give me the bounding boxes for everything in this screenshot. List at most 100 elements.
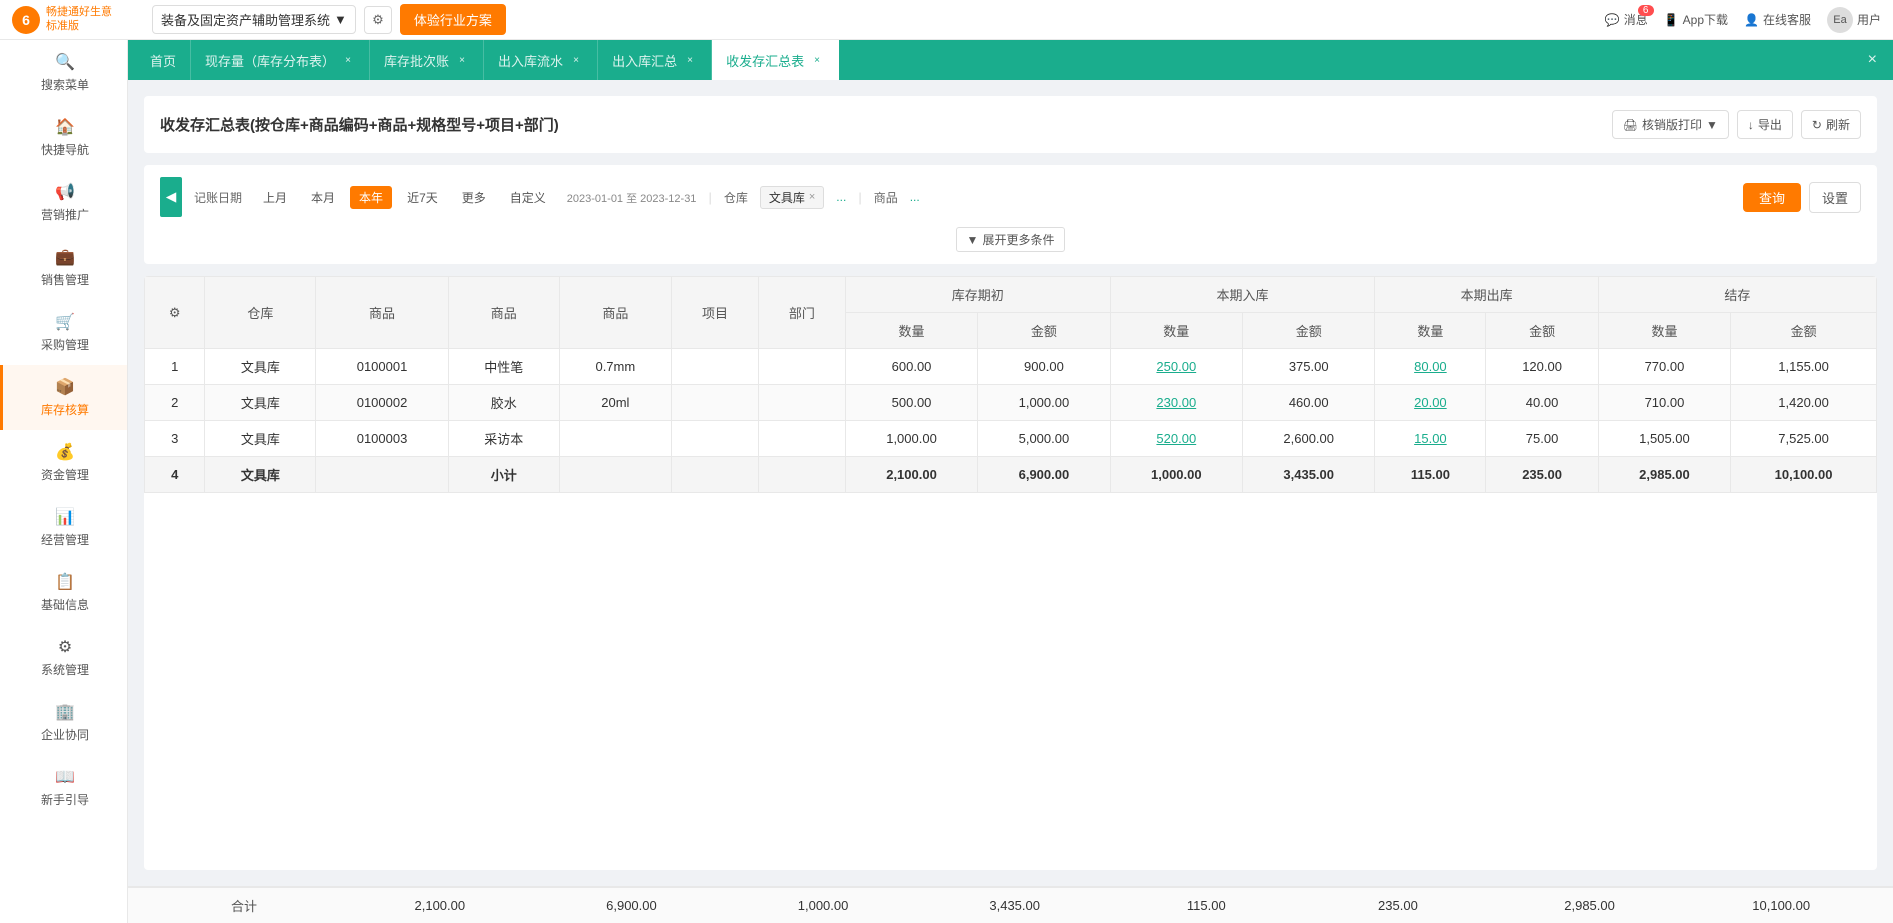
table-row-in-qty[interactable]: 250.00 (1110, 349, 1242, 385)
sidebar-item-marketing[interactable]: 📢 营销推广 (0, 170, 127, 235)
in-amt-header: 金额 (1243, 313, 1375, 349)
footer-values: 2,100.00 6,900.00 1,000.00 3,435.00 115.… (344, 898, 1877, 913)
table-row-in-qty[interactable]: 520.00 (1110, 421, 1242, 457)
refresh-button[interactable]: ↻ 刷新 (1801, 110, 1861, 139)
table-row-in-amt: 375.00 (1243, 349, 1375, 385)
warehouse-tag-close[interactable]: × (809, 191, 815, 203)
date-range-display: 2023-01-01 至 2023-12-31 (567, 190, 697, 206)
tab-home-label: 首页 (150, 51, 176, 70)
table-row-project (671, 385, 758, 421)
sidebar-item-purchase[interactable]: 🛒 采购管理 (0, 300, 127, 365)
date-btn-7days[interactable]: 近7天 (398, 186, 447, 209)
date-options: 上月 本月 本年 近7天 更多 自定义 (254, 186, 555, 209)
out-amt-header: 金额 (1486, 313, 1598, 349)
table-row-balance-amt: 7,525.00 (1731, 421, 1877, 457)
warehouse-col-header: 仓库 (205, 277, 316, 349)
table-settings-col[interactable]: ⚙ (145, 277, 205, 349)
footer-total-label: 合计 (144, 896, 344, 915)
export-button[interactable]: ↓ 导出 (1737, 110, 1793, 139)
enterprise-icon: 🏢 (55, 702, 75, 722)
query-button[interactable]: 查询 (1743, 183, 1801, 212)
table-row-out-qty[interactable]: 20.00 (1375, 385, 1486, 421)
sidebar-item-operations[interactable]: 📊 经营管理 (0, 495, 127, 560)
online-service-label: 在线客服 (1763, 11, 1811, 28)
export-label: 导出 (1758, 116, 1782, 133)
table-row-goods-name: 胶水 (448, 385, 559, 421)
table-row-goods-spec: 20ml (559, 385, 671, 421)
sidebar-item-label: 经营管理 (41, 531, 89, 548)
tab-recv-send[interactable]: 收发存汇总表 × (712, 40, 839, 80)
sidebar-item-inventory[interactable]: 📦 库存核算 (0, 365, 127, 430)
department-col-header: 部门 (758, 277, 845, 349)
tab-recv-send-close[interactable]: × (810, 53, 824, 67)
table-row-out-amt: 235.00 (1486, 457, 1598, 493)
filter-collapse-btn[interactable]: ◀ (160, 177, 182, 217)
tab-inout-flow[interactable]: 出入库流水 × (484, 40, 598, 80)
date-btn-this-year[interactable]: 本年 (350, 186, 392, 209)
expand-conditions-btn[interactable]: ▼ 展开更多条件 (956, 227, 1066, 252)
tab-inout-summary-label: 出入库汇总 (612, 51, 677, 70)
table-row-in-amt: 2,600.00 (1243, 421, 1375, 457)
balance-group-header: 结存 (1598, 277, 1876, 313)
trial-button[interactable]: 体验行业方案 (400, 4, 506, 35)
table-row-goods-name: 采访本 (448, 421, 559, 457)
sidebar-item-search[interactable]: 🔍 搜索菜单 (0, 40, 127, 105)
table-row-num: 3 (145, 421, 205, 457)
table-row-out-qty[interactable]: 80.00 (1375, 349, 1486, 385)
out-qty-header: 数量 (1375, 313, 1486, 349)
table-row-department (758, 457, 845, 493)
footer-out-amt: 235.00 (1302, 898, 1494, 913)
table-row-goods-code (316, 457, 448, 493)
table-row-goods-spec (559, 421, 671, 457)
table-row-out-qty[interactable]: 15.00 (1375, 421, 1486, 457)
sidebar-item-label: 库存核算 (41, 401, 89, 418)
table-row-in-qty[interactable]: 230.00 (1110, 385, 1242, 421)
print-button[interactable]: 🖨 核销版打印 ▼ (1612, 110, 1729, 139)
date-btn-more[interactable]: 更多 (453, 186, 495, 209)
tab-inout-flow-close[interactable]: × (569, 53, 583, 67)
sidebar-item-sales[interactable]: 💼 销售管理 (0, 235, 127, 300)
date-btn-last-month[interactable]: 上月 (254, 186, 296, 209)
settings-button-filter[interactable]: 设置 (1809, 182, 1861, 213)
project-col-header: 项目 (671, 277, 758, 349)
system-title-dropdown[interactable]: 装备及固定资产辅助管理系统 ▼ (152, 5, 356, 34)
warehouse-more-btn[interactable]: ... (836, 190, 846, 204)
messages-button[interactable]: 💬 消息 6 (1605, 11, 1648, 28)
home-icon: 🏠 (55, 117, 75, 137)
warehouse-tag-text: 文具库 (769, 189, 805, 206)
page-header: 收发存汇总表(按仓库+商品编码+商品+规格型号+项目+部门) 🖨 核销版打印 ▼… (144, 96, 1877, 153)
goods-more-btn[interactable]: ... (910, 190, 920, 204)
tab-batch[interactable]: 库存批次账 × (370, 40, 484, 80)
sidebar-item-enterprise[interactable]: 🏢 企业协同 (0, 690, 127, 755)
balance-amt-header: 金额 (1731, 313, 1877, 349)
sidebar-item-system[interactable]: ⚙ 系统管理 (0, 625, 127, 690)
table-row-department (758, 421, 845, 457)
footer-in-amt: 3,435.00 (919, 898, 1111, 913)
sidebar-item-basic-info[interactable]: 📋 基础信息 (0, 560, 127, 625)
settings-button[interactable]: ⚙ (364, 6, 392, 34)
tab-inout-summary[interactable]: 出入库汇总 × (598, 40, 712, 80)
tab-stock-dist[interactable]: 现存量（库存分布表） × (191, 40, 370, 80)
guide-icon: 📖 (55, 767, 75, 787)
user-button[interactable]: Ea 用户 (1827, 7, 1881, 33)
table-row-balance-amt: 1,155.00 (1731, 349, 1877, 385)
inventory-icon: 📦 (55, 377, 75, 397)
tab-stock-dist-close[interactable]: × (341, 53, 355, 67)
tab-close-all[interactable]: × (1860, 51, 1885, 69)
sidebar-item-finance[interactable]: 💰 资金管理 (0, 430, 127, 495)
warehouse-tag: 文具库 × (760, 186, 824, 209)
online-service-button[interactable]: 👤 在线客服 (1744, 11, 1811, 28)
data-table: ⚙ 仓库 商品 商品 商品 项目 部门 库存期初 本期入库 本期出库 结存 (144, 276, 1877, 493)
date-btn-custom[interactable]: 自定义 (501, 186, 555, 209)
table-row-opening-qty: 600.00 (845, 349, 977, 385)
table-row-num: 1 (145, 349, 205, 385)
opening-qty-header: 数量 (845, 313, 977, 349)
sidebar-item-quick-nav[interactable]: 🏠 快捷导航 (0, 105, 127, 170)
date-btn-this-month[interactable]: 本月 (302, 186, 344, 209)
download-icon: 📱 (1664, 13, 1679, 27)
app-download-button[interactable]: 📱 App下载 (1664, 11, 1728, 28)
tab-inout-summary-close[interactable]: × (683, 53, 697, 67)
tab-home[interactable]: 首页 (136, 40, 191, 80)
tab-batch-close[interactable]: × (455, 53, 469, 67)
sidebar-item-guide[interactable]: 📖 新手引导 (0, 755, 127, 820)
